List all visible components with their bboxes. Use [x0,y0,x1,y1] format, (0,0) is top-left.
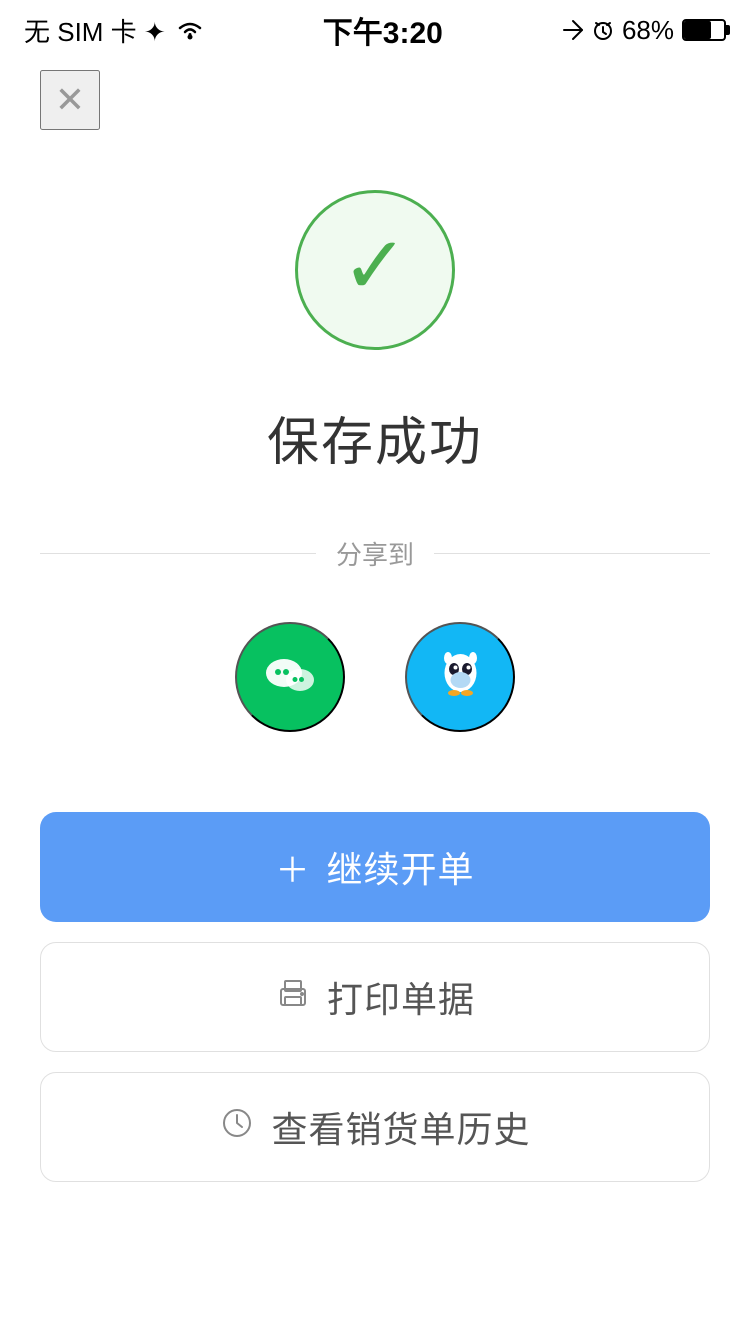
alarm-icon [592,19,614,41]
share-icons-container [235,622,515,732]
status-bar: 无 SIM 卡 ✦ 下午3:20 68% [0,0,750,60]
action-buttons: ＋ 继续开单 打印单据 查看销货单历史 [40,812,710,1182]
close-button[interactable]: ✕ [40,70,100,130]
history-icon [219,1105,255,1150]
divider-line-right [434,553,710,554]
qq-icon [428,643,493,711]
continue-button[interactable]: ＋ 继续开单 [40,812,710,922]
print-button[interactable]: 打印单据 [40,942,710,1052]
continue-label: 继续开单 [326,841,474,893]
plus-icon: ＋ [275,843,310,892]
status-right: 68% [562,15,726,46]
wifi-icon [176,19,204,41]
sim-status: 无 SIM 卡 ✦ [24,12,166,49]
share-divider: 分享到 [40,535,710,572]
battery-icon [682,19,726,41]
share-qq-button[interactable] [405,622,515,732]
close-icon: ✕ [55,82,85,118]
wechat-icon [258,643,323,711]
status-time: 下午3:20 [323,8,443,52]
history-button[interactable]: 查看销货单历史 [40,1072,710,1182]
location-icon [562,19,584,41]
success-indicator: ✓ [295,190,455,350]
status-left: 无 SIM 卡 ✦ [24,12,204,49]
print-icon [275,975,311,1020]
battery-percent: 68% [622,15,674,46]
print-label: 打印单据 [327,971,475,1023]
success-title: 保存成功 [267,400,483,475]
history-label: 查看销货单历史 [271,1101,530,1153]
share-label: 分享到 [336,535,414,572]
page-content: ✕ ✓ 保存成功 分享到 [0,60,750,1182]
checkmark-icon: ✓ [341,226,408,306]
share-wechat-button[interactable] [235,622,345,732]
divider-line-left [40,553,316,554]
